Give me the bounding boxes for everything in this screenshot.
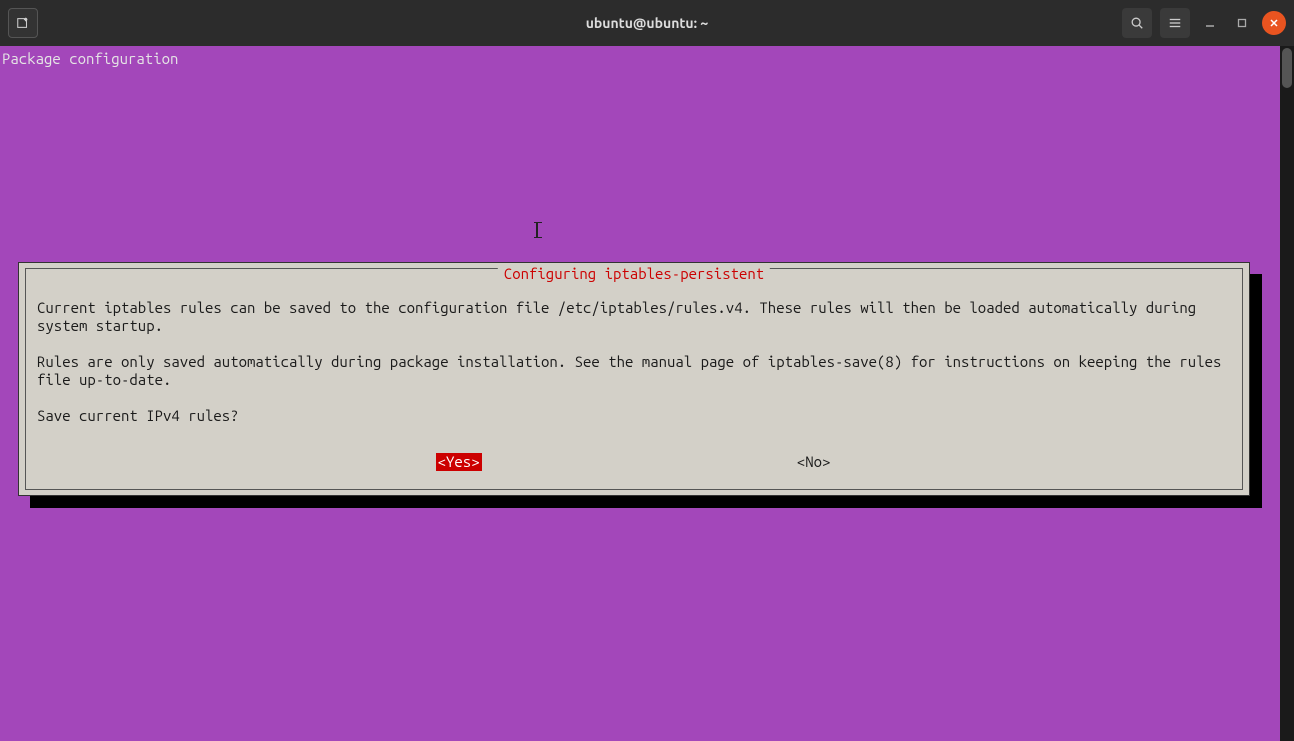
close-icon [1269,18,1279,28]
new-tab-icon [16,16,30,30]
maximize-icon [1237,18,1247,28]
text-cursor-icon [536,222,538,238]
config-dialog: Configuring iptables-persistent Current … [18,262,1250,496]
titlebar: ubuntu@ubuntu: ~ [0,0,1294,46]
search-icon [1130,16,1144,30]
yes-button[interactable]: <Yes> [436,453,482,471]
terminal-content: Package configuration Configuring iptabl… [0,46,1280,741]
minimize-button[interactable] [1198,11,1222,35]
hamburger-icon [1168,16,1182,30]
close-button[interactable] [1262,11,1286,35]
package-config-header: Package configuration [2,50,178,68]
window-title: ubuntu@ubuntu: ~ [586,15,709,31]
dialog-paragraph-1: Current iptables rules can be saved to t… [37,299,1231,335]
dialog-button-row: <Yes> <No> [19,453,1249,471]
search-button[interactable] [1122,8,1152,38]
no-button[interactable]: <No> [795,453,833,471]
terminal-area[interactable]: Package configuration Configuring iptabl… [0,46,1294,741]
maximize-button[interactable] [1230,11,1254,35]
titlebar-right-controls [1122,8,1286,38]
dialog-paragraph-2: Rules are only saved automatically durin… [37,353,1231,389]
dialog-title: Configuring iptables-persistent [498,265,770,283]
scrollbar-track[interactable] [1280,46,1294,741]
menu-button[interactable] [1160,8,1190,38]
dialog-body: Current iptables rules can be saved to t… [37,299,1231,443]
dialog-question: Save current IPv4 rules? [37,407,1231,425]
new-tab-button[interactable] [8,8,38,38]
minimize-icon [1205,18,1215,28]
scrollbar-thumb[interactable] [1282,48,1292,88]
